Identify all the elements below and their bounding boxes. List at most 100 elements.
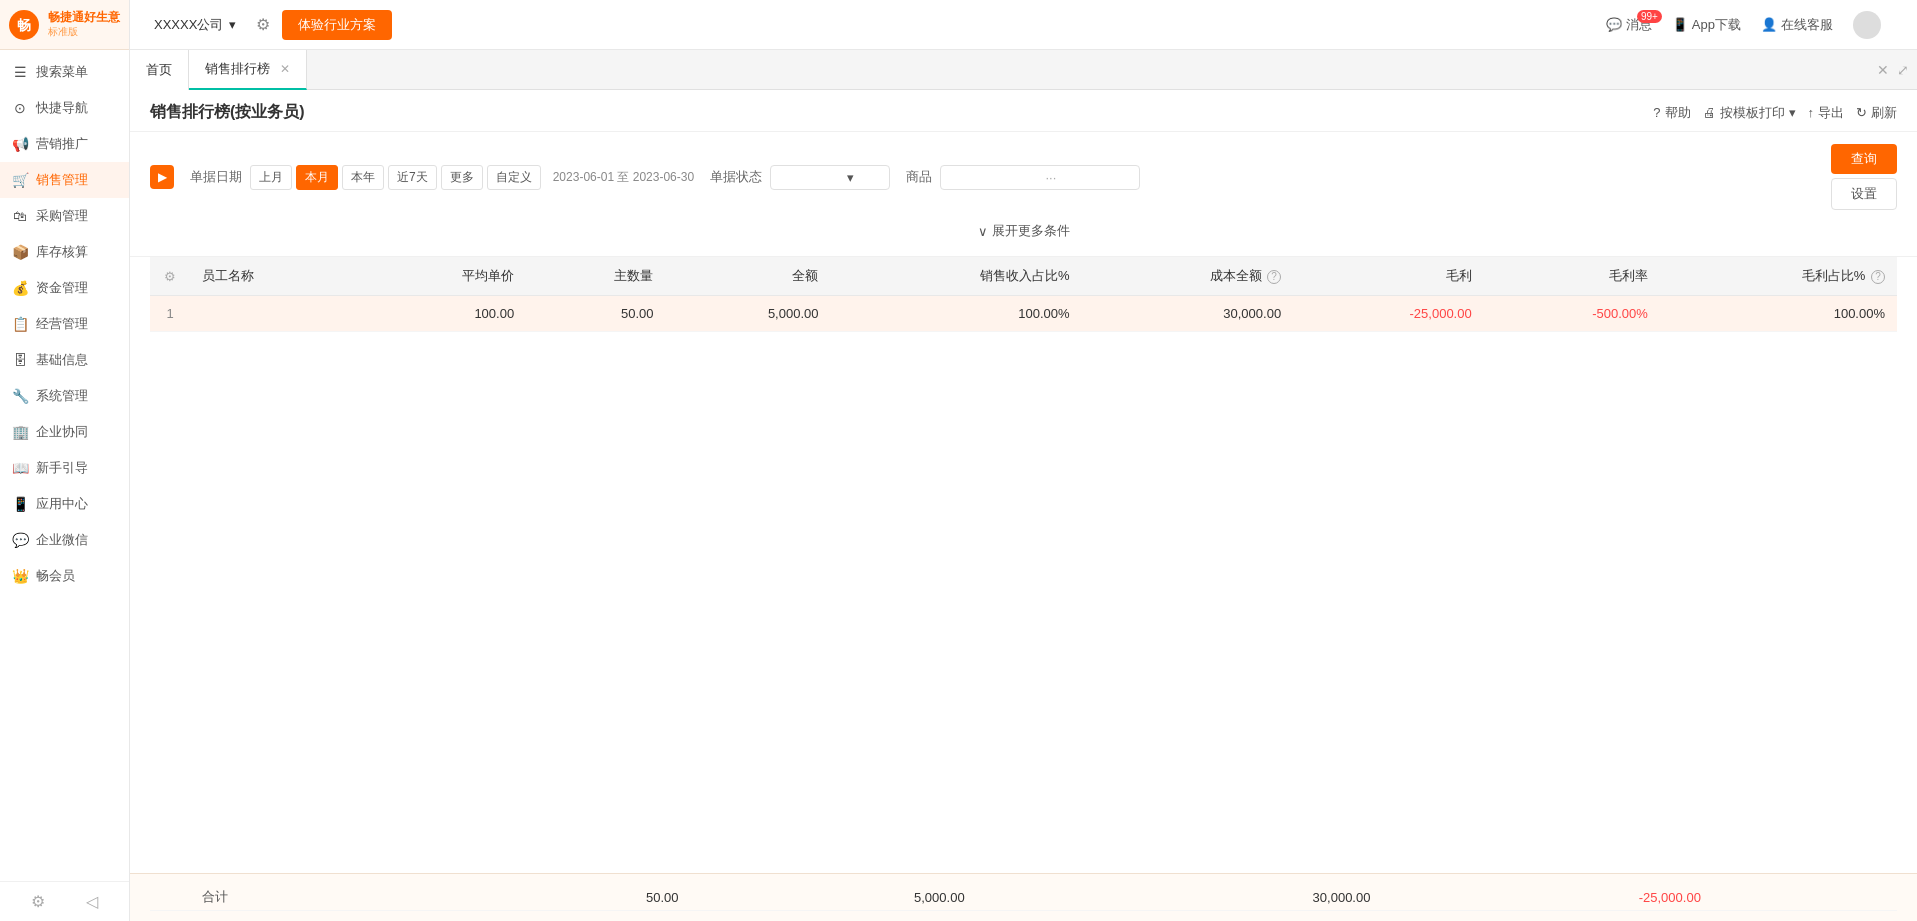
header-settings-icon[interactable]: ⚙ bbox=[256, 15, 270, 34]
tab-sales-ranking[interactable]: 销售排行榜 ✕ bbox=[189, 50, 307, 90]
tab-sales-ranking-label: 销售排行榜 bbox=[205, 60, 270, 78]
sidebar-label-search: 搜索菜单 bbox=[36, 63, 88, 81]
query-button[interactable]: 查询 bbox=[1831, 144, 1897, 174]
expand-more-button[interactable]: ∨ 展开更多条件 bbox=[970, 218, 1078, 244]
sidebar-item-operations[interactable]: 📋 经营管理 bbox=[0, 306, 129, 342]
page-actions: ? 帮助 🖨 按模板打印 ▾ ↑ 导出 ↻ 刷新 bbox=[1653, 104, 1897, 122]
sidebar-item-wechat[interactable]: 💬 企业微信 bbox=[0, 522, 129, 558]
refresh-label: 刷新 bbox=[1871, 104, 1897, 122]
refresh-icon: ↻ bbox=[1856, 105, 1867, 120]
sidebar-item-purchase[interactable]: 🛍 采购管理 bbox=[0, 198, 129, 234]
col-main-qty: 主数量 bbox=[526, 257, 665, 296]
top-header: XXXXX公司 ▾ ⚙ 体验行业方案 💬 消息 99+ 📱 App下载 👤 在线… bbox=[130, 0, 1917, 50]
sidebar-label-enterprise: 企业协同 bbox=[36, 423, 88, 441]
footer-label: 合计 bbox=[190, 884, 382, 911]
status-filter: 单据状态 ▾ bbox=[710, 165, 890, 190]
sidebar-item-base[interactable]: 🗄 基础信息 bbox=[0, 342, 129, 378]
table-wrap: ⚙ 员工名称 平均单价 主数量 全额 销售收入占比% 成本全额 ? 毛利 毛利率… bbox=[130, 257, 1917, 873]
trial-button[interactable]: 体验行业方案 bbox=[282, 10, 392, 40]
sidebar-item-inventory[interactable]: 📦 库存核算 bbox=[0, 234, 129, 270]
marketing-icon: 📢 bbox=[12, 136, 28, 152]
status-select[interactable]: ▾ bbox=[770, 165, 890, 190]
sidebar-item-search[interactable]: ☰ 搜索菜单 bbox=[0, 54, 129, 90]
sidebar-label-sales: 销售管理 bbox=[36, 171, 88, 189]
sidebar-item-apps[interactable]: 📱 应用中心 bbox=[0, 486, 129, 522]
company-selector[interactable]: XXXXX公司 ▾ bbox=[146, 12, 244, 38]
print-button[interactable]: 🖨 按模板打印 ▾ bbox=[1703, 104, 1796, 122]
sidebar-settings-icon[interactable]: ⚙ bbox=[31, 892, 45, 911]
filter-expand-arrow[interactable]: ▶ bbox=[150, 165, 174, 189]
data-table: ⚙ 员工名称 平均单价 主数量 全额 销售收入占比% 成本全额 ? 毛利 毛利率… bbox=[150, 257, 1897, 332]
tab-close-icon[interactable]: ✕ bbox=[280, 62, 290, 76]
col-sales-pct: 销售收入占比% bbox=[830, 257, 1081, 296]
col-gross: 毛利 bbox=[1293, 257, 1484, 296]
date-btn-this-year[interactable]: 本年 bbox=[342, 165, 384, 190]
app-icon: 📱 bbox=[1672, 17, 1688, 32]
date-btn-more[interactable]: 更多 bbox=[441, 165, 483, 190]
date-range-buttons: 上月 本月 本年 近7天 更多 自定义 bbox=[250, 165, 541, 190]
export-button[interactable]: ↑ 导出 bbox=[1808, 104, 1845, 122]
filter-actions: 查询 设置 bbox=[1831, 144, 1897, 210]
sidebar-label-shortcut: 快捷导航 bbox=[36, 99, 88, 117]
message-item[interactable]: 💬 消息 99+ bbox=[1606, 16, 1652, 34]
logo-subtitle: 标准版 bbox=[48, 25, 120, 39]
apps-icon: 📱 bbox=[12, 496, 28, 512]
app-download-item[interactable]: 📱 App下载 bbox=[1672, 16, 1741, 34]
sidebar-label-apps: 应用中心 bbox=[36, 495, 88, 513]
date-btn-7days[interactable]: 近7天 bbox=[388, 165, 437, 190]
goods-select[interactable]: ··· bbox=[940, 165, 1140, 190]
sidebar-label-wechat: 企业微信 bbox=[36, 531, 88, 549]
sidebar-item-guide[interactable]: 📖 新手引导 bbox=[0, 450, 129, 486]
footer-gross-rate bbox=[1713, 884, 1805, 911]
main-wrap: XXXXX公司 ▾ ⚙ 体验行业方案 💬 消息 99+ 📱 App下载 👤 在线… bbox=[130, 0, 1917, 921]
row-cost: 30,000.00 bbox=[1082, 296, 1293, 332]
help-button[interactable]: ? 帮助 bbox=[1653, 104, 1690, 122]
filter-expand-row: ∨ 展开更多条件 bbox=[150, 218, 1897, 244]
logo-icon: 畅 bbox=[8, 9, 40, 41]
cost-tip-icon[interactable]: ? bbox=[1267, 270, 1281, 284]
sidebar-collapse-icon[interactable]: ◁ bbox=[86, 892, 98, 911]
user-avatar[interactable] bbox=[1853, 11, 1881, 39]
inventory-icon: 📦 bbox=[12, 244, 28, 260]
footer-avg-price bbox=[382, 884, 474, 911]
date-filter-label: 单据日期 bbox=[190, 168, 242, 186]
shortcut-icon: ⊙ bbox=[12, 100, 28, 116]
tab-home[interactable]: 首页 bbox=[130, 50, 189, 90]
sidebar-label-finance: 资金管理 bbox=[36, 279, 88, 297]
sidebar-nav: ☰ 搜索菜单 ⊙ 快捷导航 📢 营销推广 🛒 销售管理 🛍 采购管理 📦 库存核… bbox=[0, 50, 129, 881]
footer-total: 5,000.00 bbox=[691, 884, 977, 911]
row-gross-pct: 100.00% bbox=[1660, 296, 1897, 332]
sidebar-item-enterprise[interactable]: 🏢 企业协同 bbox=[0, 414, 129, 450]
col-name: 员工名称 bbox=[190, 257, 358, 296]
sidebar-item-finance[interactable]: 💰 资金管理 bbox=[0, 270, 129, 306]
online-service-item[interactable]: 👤 在线客服 bbox=[1761, 16, 1833, 34]
date-btn-this-month[interactable]: 本月 bbox=[296, 165, 338, 190]
sidebar-item-marketing[interactable]: 📢 营销推广 bbox=[0, 126, 129, 162]
sidebar-item-shortcut[interactable]: ⊙ 快捷导航 bbox=[0, 90, 129, 126]
tab-minimize-icon[interactable]: ✕ bbox=[1877, 62, 1889, 78]
export-label: 导出 bbox=[1818, 104, 1844, 122]
page-header: 销售排行榜(按业务员) ? 帮助 🖨 按模板打印 ▾ ↑ 导出 ↻ 刷新 bbox=[130, 90, 1917, 132]
table-row: 1 100.00 50.00 5,000.00 100.00% 30,000.0… bbox=[150, 296, 1897, 332]
logo-title: 畅捷通好生意 bbox=[48, 10, 120, 26]
refresh-button[interactable]: ↻ 刷新 bbox=[1856, 104, 1897, 122]
col-settings[interactable]: ⚙ bbox=[150, 257, 190, 296]
sidebar-item-member[interactable]: 👑 畅会员 bbox=[0, 558, 129, 594]
row-name bbox=[190, 296, 358, 332]
sidebar-footer: ⚙ ◁ bbox=[0, 881, 129, 921]
settings-small-button[interactable]: 设置 bbox=[1831, 178, 1897, 210]
message-badge: 99+ bbox=[1637, 10, 1662, 23]
operations-icon: 📋 bbox=[12, 316, 28, 332]
sidebar-label-guide: 新手引导 bbox=[36, 459, 88, 477]
footer-gross: -25,000.00 bbox=[1382, 884, 1712, 911]
gross-pct-tip-icon[interactable]: ? bbox=[1871, 270, 1885, 284]
sidebar-item-system[interactable]: 🔧 系统管理 bbox=[0, 378, 129, 414]
sidebar-item-sales[interactable]: 🛒 销售管理 bbox=[0, 162, 129, 198]
tab-expand-icon[interactable]: ⤢ bbox=[1897, 62, 1909, 78]
base-icon: 🗄 bbox=[12, 352, 28, 368]
date-btn-last-month[interactable]: 上月 bbox=[250, 165, 292, 190]
sidebar-label-marketing: 营销推广 bbox=[36, 135, 88, 153]
search-icon: ☰ bbox=[12, 64, 28, 80]
sidebar-label-inventory: 库存核算 bbox=[36, 243, 88, 261]
date-btn-custom[interactable]: 自定义 bbox=[487, 165, 541, 190]
